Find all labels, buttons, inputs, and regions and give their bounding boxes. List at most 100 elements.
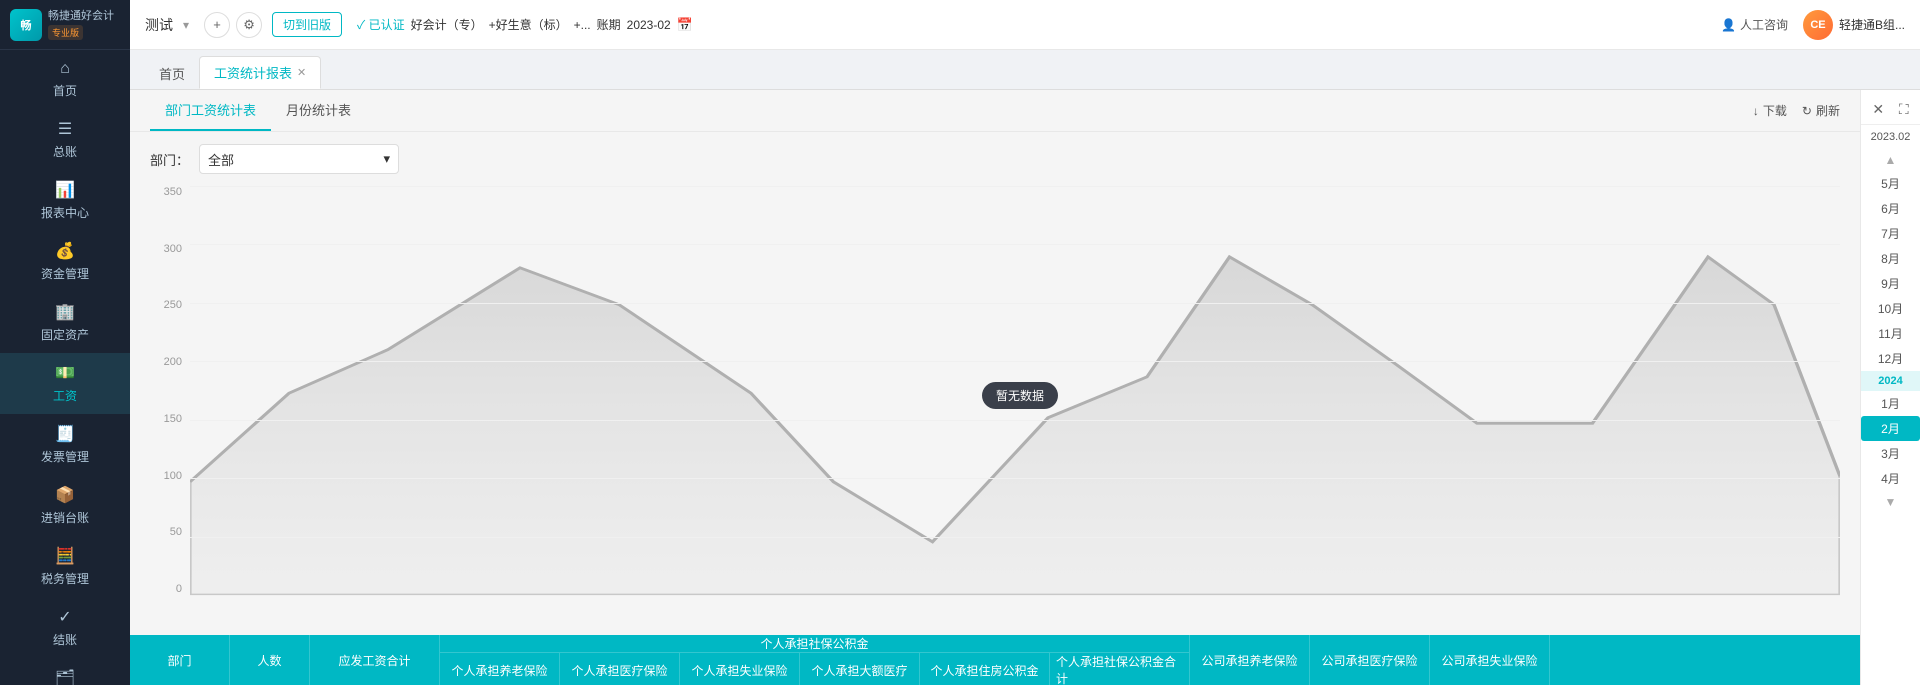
- tag1: 好会计（专）: [411, 16, 483, 33]
- col-personal-medical: 个人承担医疗保险: [560, 653, 680, 685]
- sidebar-item-invoice[interactable]: 🧾 发票管理: [0, 414, 130, 475]
- topbar-right: 👤 人工咨询 CE 轻捷通B组...: [1721, 10, 1905, 40]
- panel-month-12[interactable]: 12月: [1861, 346, 1920, 371]
- grid-line-0: [190, 595, 1840, 596]
- panel-month-10[interactable]: 10月: [1861, 296, 1920, 321]
- project-chevron-icon[interactable]: ▾: [183, 18, 189, 32]
- settings-button[interactable]: ⚙: [236, 12, 262, 38]
- consult-button[interactable]: 👤 人工咨询: [1721, 16, 1788, 33]
- sidebar-item-label: 结账: [53, 631, 77, 648]
- sidebar-item-funds[interactable]: 💰 资金管理: [0, 231, 130, 292]
- chart-area: 350 300 250 200 150 100 50 0: [130, 186, 1860, 635]
- panel-month-1[interactable]: 1月: [1861, 391, 1920, 416]
- sidebar-item-label: 工资: [53, 387, 77, 404]
- user-name: 轻捷通B组...: [1839, 16, 1905, 33]
- panel-month-9[interactable]: 9月: [1861, 271, 1920, 296]
- topbar-actions: + ⚙: [204, 12, 262, 38]
- sidebar-item-ledger[interactable]: ☰ 总账: [0, 109, 130, 170]
- col-company-pension: 公司承担养老保险: [1190, 635, 1310, 685]
- panel-up-arrow[interactable]: ▲: [1881, 149, 1901, 171]
- funds-icon: 💰: [55, 241, 75, 261]
- download-button[interactable]: ↓ 下载: [1753, 102, 1787, 119]
- grid-line-50: [190, 537, 1840, 538]
- topbar: 测试 ▾ + ⚙ 切到旧版 ✓ 已认证 好会计（专） +好生意（标） +... …: [130, 0, 1920, 50]
- col-dept: 部门: [130, 635, 230, 685]
- switch-old-version-button[interactable]: 切到旧版: [272, 12, 342, 37]
- sidebar-item-closing[interactable]: ✓ 结账: [0, 597, 130, 658]
- sidebar-item-salary[interactable]: 💵 工资: [0, 353, 130, 414]
- refresh-icon: ↻: [1802, 104, 1812, 118]
- subtab-dept[interactable]: 部门工资统计表: [150, 90, 271, 131]
- tag3: +...: [574, 18, 591, 32]
- table-footer: 部门 人数 应发工资合计 个人承担社保公积金 个人承担养老保险 个人承担医疗保险…: [130, 635, 1860, 685]
- sidebar-item-assets[interactable]: 🏢 固定资产: [0, 292, 130, 353]
- panel-month-6[interactable]: 6月: [1861, 196, 1920, 221]
- panel-year-2024[interactable]: 2024: [1861, 371, 1920, 391]
- col-total-salary: 应发工资合计: [310, 635, 440, 685]
- subtab-monthly[interactable]: 月份统计表: [271, 90, 366, 131]
- tax-icon: 🧮: [55, 546, 75, 566]
- panel-month-3[interactable]: 3月: [1861, 441, 1920, 466]
- y-axis: 350 300 250 200 150 100 50 0: [150, 186, 190, 595]
- grid-line-350: [190, 186, 1840, 187]
- logo-text: 畅捷通好会计: [48, 9, 114, 23]
- sidebar-item-archive[interactable]: 🗂 归档管理: [0, 658, 130, 685]
- home-icon: ⌂: [60, 60, 70, 78]
- sidebar-item-label: 总账: [53, 143, 77, 160]
- panel-month-4[interactable]: 4月: [1861, 466, 1920, 491]
- sidebar-nav: ⌂ 首页 ☰ 总账 📊 报表中心 💰 资金管理 🏢 固定资产 💵 工资 🧾 发票…: [0, 50, 130, 685]
- subtab-bar: 部门工资统计表 月份统计表 ↓ 下载 ↻ 刷新: [130, 90, 1860, 132]
- col-personal-housing: 个人承担住房公积金: [920, 653, 1050, 685]
- col-personal-unemployment: 个人承担失业保险: [680, 653, 800, 685]
- archive-icon: 🗂: [55, 668, 75, 685]
- panel-month-2[interactable]: 2月: [1861, 416, 1920, 441]
- dept-filter-select[interactable]: 全部 ▾: [199, 144, 399, 174]
- col-company-unemployment: 公司承担失业保险: [1430, 635, 1550, 685]
- panel-month-11[interactable]: 11月: [1861, 321, 1920, 346]
- refresh-button[interactable]: ↻ 刷新: [1802, 102, 1840, 119]
- sidebar-item-label: 报表中心: [41, 204, 89, 221]
- panel-month-7[interactable]: 7月: [1861, 221, 1920, 246]
- tab-close-icon[interactable]: ✕: [297, 66, 306, 79]
- subtab-dept-label: 部门工资统计表: [165, 103, 256, 118]
- y-label-100: 100: [164, 470, 182, 482]
- refresh-label: 刷新: [1816, 102, 1840, 119]
- topbar-tags: ✓ 已认证 好会计（专） +好生意（标） +... 账期 2023-02 📅: [357, 16, 693, 33]
- filter-bar: 部门： 全部 ▾: [130, 132, 1860, 186]
- col-personal-major-medical: 个人承担大额医疗: [800, 653, 920, 685]
- subtab-monthly-label: 月份统计表: [286, 103, 351, 118]
- sidebar-item-label: 资金管理: [41, 265, 89, 282]
- tab-salary-report[interactable]: 工资统计报表 ✕: [199, 56, 321, 89]
- sidebar-item-sales[interactable]: 📦 进销台账: [0, 475, 130, 536]
- salary-icon: 💵: [55, 363, 75, 383]
- y-label-350: 350: [164, 186, 182, 198]
- main: 测试 ▾ + ⚙ 切到旧版 ✓ 已认证 好会计（专） +好生意（标） +... …: [130, 0, 1920, 685]
- sidebar-item-tax[interactable]: 🧮 税务管理: [0, 536, 130, 597]
- tab-home[interactable]: 首页: [145, 58, 199, 89]
- col-personal-pension: 个人承担养老保险: [440, 653, 560, 685]
- invoice-icon: 🧾: [55, 424, 75, 444]
- sidebar-item-home[interactable]: ⌂ 首页: [0, 50, 130, 109]
- y-label-150: 150: [164, 413, 182, 425]
- panel-month-5[interactable]: 5月: [1861, 171, 1920, 196]
- reports-icon: 📊: [55, 180, 75, 200]
- y-label-250: 250: [164, 299, 182, 311]
- tag2: +好生意（标）: [489, 16, 568, 33]
- panel-expand-button[interactable]: ⛶: [1899, 101, 1909, 118]
- panel-month-8[interactable]: 8月: [1861, 246, 1920, 271]
- panel-close-button[interactable]: ✕: [1872, 101, 1884, 118]
- calendar-icon[interactable]: 📅: [677, 17, 693, 33]
- user-menu[interactable]: CE 轻捷通B组...: [1803, 10, 1905, 40]
- grid-line-300: [190, 244, 1840, 245]
- panel-down-arrow[interactable]: ▼: [1881, 491, 1901, 513]
- col-headcount: 人数: [230, 635, 310, 685]
- panel-year[interactable]: 2023.02: [1861, 125, 1920, 149]
- download-icon: ↓: [1753, 104, 1759, 118]
- user-avatar: CE: [1803, 10, 1833, 40]
- sidebar-item-reports[interactable]: 📊 报表中心: [0, 170, 130, 231]
- grid-line-250: [190, 303, 1840, 304]
- sidebar: 畅 畅捷通好会计 专业版 ⌂ 首页 ☰ 总账 📊 报表中心 💰 资金管理 🏢 固…: [0, 0, 130, 685]
- period-value: 2023-02: [627, 18, 671, 32]
- right-panel: ✕ ⛶ 2023.02 ▲ 5月 6月 7月 8月 9月 10月 11月 12月…: [1860, 90, 1920, 685]
- add-button[interactable]: +: [204, 12, 230, 38]
